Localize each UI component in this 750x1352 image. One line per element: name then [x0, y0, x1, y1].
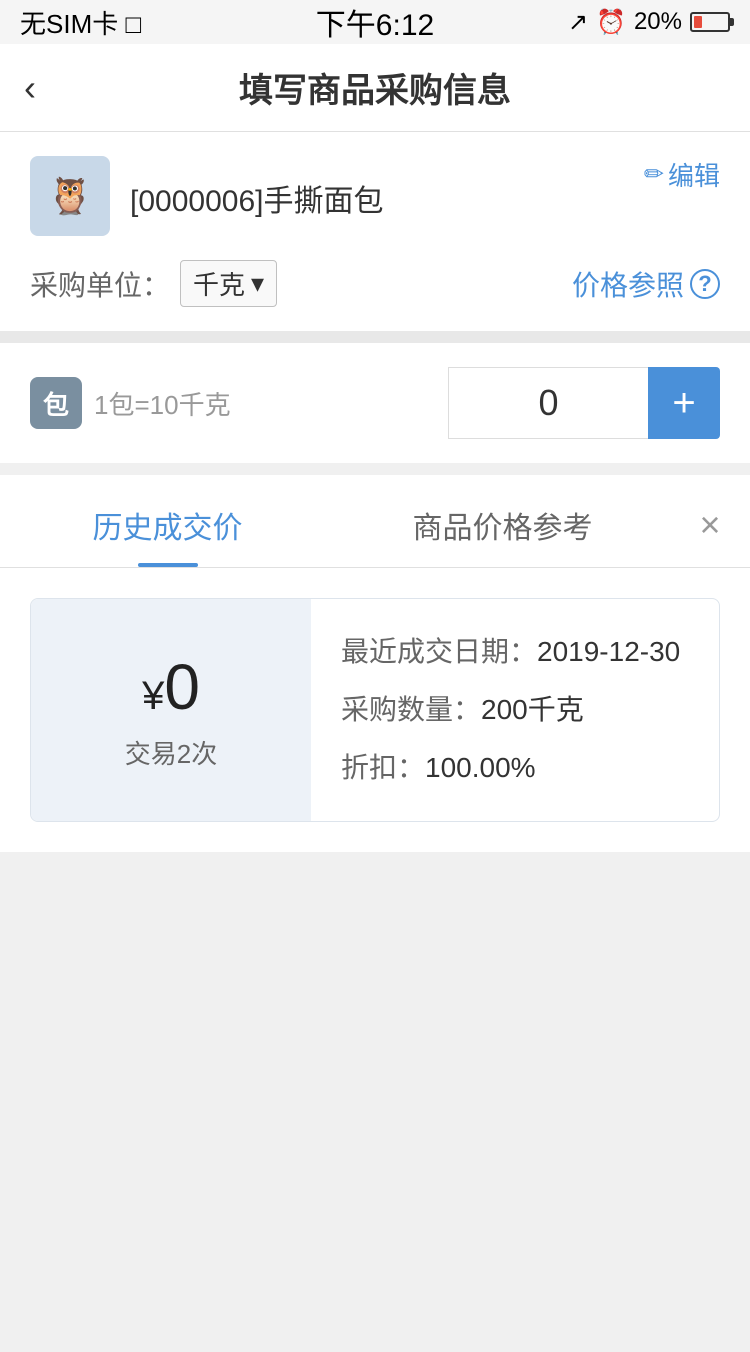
tab-product-price-ref[interactable]: 商品价格参考 [335, 475, 670, 567]
tab-history-price[interactable]: 历史成交价 [0, 475, 335, 567]
unit-conversion-text: 1包=10千克 [94, 385, 231, 422]
battery-percent: 20% [634, 8, 682, 36]
quantity-input-area: + [448, 367, 720, 439]
price-cards: ¥0 交易2次 最近成交日期：2019-12-30 采购数量：200千克 折扣：… [0, 568, 750, 852]
price-card: ¥0 交易2次 最近成交日期：2019-12-30 采购数量：200千克 折扣：… [30, 598, 720, 822]
carrier-text: 无SIM卡 □ [20, 4, 141, 41]
battery-icon [690, 12, 730, 32]
bottom-area [0, 852, 750, 1352]
price-card-left: ¥0 交易2次 [31, 599, 311, 821]
unit-select-dropdown[interactable]: 千克 ▾ [180, 260, 277, 307]
tabs-section: 历史成交价 商品价格参考 × ¥0 交易2次 最近成交日期：2019-12-30… [0, 475, 750, 852]
quantity-label: 包 1包=10千克 [30, 377, 231, 429]
currency-symbol: ¥ [142, 674, 164, 718]
recent-date-row: 最近成交日期：2019-12-30 [341, 631, 689, 673]
price-amount: ¥0 [142, 650, 200, 724]
status-bar: 无SIM卡 □ 下午6:12 ↗ ⏰ 20% [0, 0, 750, 44]
transaction-count: 交易2次 [125, 734, 217, 771]
purchase-qty-value: 200千克 [481, 694, 584, 725]
plus-button[interactable]: + [648, 367, 720, 439]
unit-badge: 包 [30, 377, 82, 429]
purchase-qty-row: 采购数量：200千克 [341, 689, 689, 731]
price-reference-button[interactable]: 价格参照 ? [572, 264, 720, 304]
discount-label: 折扣： [341, 752, 425, 783]
price-value: 0 [164, 651, 200, 723]
location-icon: ↗ [568, 8, 588, 37]
alarm-icon: ⏰ [596, 8, 626, 37]
product-name: [0000006]手撕面包 [130, 172, 383, 220]
nav-bar: ‹ 填写商品采购信息 [0, 44, 750, 132]
close-tab-button[interactable]: × [670, 476, 750, 566]
discount-row: 折扣：100.00% [341, 747, 689, 789]
purchase-unit-left: 采购单位： 千克 ▾ [30, 260, 277, 307]
product-info: 🦉 [0000006]手撕面包 [30, 156, 383, 236]
section-divider [0, 331, 750, 343]
status-indicators: ↗ ⏰ 20% [568, 8, 730, 37]
quantity-input[interactable] [448, 367, 648, 439]
quantity-section: 包 1包=10千克 + [0, 343, 750, 463]
recent-date-label: 最近成交日期： [341, 636, 537, 667]
product-section: 🦉 [0000006]手撕面包 ✏ 编辑 采购单位： 千克 ▾ 价格参照 ? [0, 132, 750, 331]
tabs-header: 历史成交价 商品价格参考 × [0, 475, 750, 568]
product-header: 🦉 [0000006]手撕面包 ✏ 编辑 [30, 156, 720, 236]
purchase-unit-label: 采购单位： [30, 264, 170, 304]
edit-icon: ✏ [644, 160, 664, 189]
recent-date-value: 2019-12-30 [537, 636, 680, 667]
discount-value: 100.00% [425, 752, 536, 783]
purchase-qty-label: 采购数量： [341, 694, 481, 725]
dropdown-arrow-icon: ▾ [251, 268, 264, 299]
tab-product-price-ref-label: 商品价格参考 [413, 512, 593, 545]
price-card-right: 最近成交日期：2019-12-30 采购数量：200千克 折扣：100.00% [311, 599, 719, 821]
unit-value: 千克 [193, 265, 245, 302]
status-time: 下午6:12 [316, 0, 434, 44]
product-thumbnail: 🦉 [30, 156, 110, 236]
purchase-unit-row: 采购单位： 千克 ▾ 价格参照 ? [30, 260, 720, 307]
edit-button[interactable]: ✏ 编辑 [644, 156, 720, 193]
back-button[interactable]: ‹ [24, 67, 36, 109]
edit-label: 编辑 [668, 156, 720, 193]
page-title: 填写商品采购信息 [239, 63, 511, 112]
product-logo-icon: 🦉 [48, 175, 93, 217]
tab-history-price-label: 历史成交价 [93, 512, 243, 545]
help-icon: ? [690, 269, 720, 299]
price-ref-label: 价格参照 [572, 264, 684, 304]
quantity-row: 包 1包=10千克 + [0, 343, 750, 463]
